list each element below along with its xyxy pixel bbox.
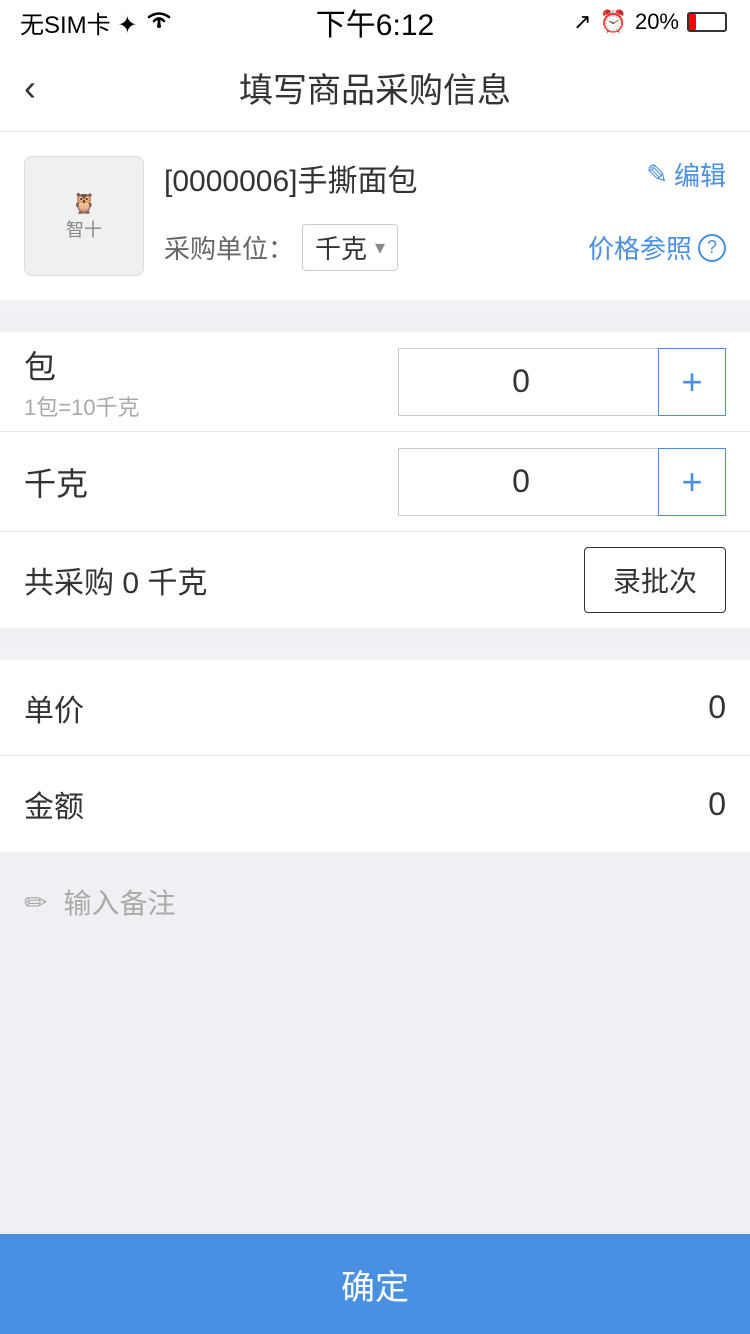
edit-icon: ✎ — [646, 159, 668, 190]
help-icon: ? — [698, 234, 726, 262]
product-card: 🦉 智十 [0000006]手撕面包 ✎ 编辑 采购单位： 千克 ▾ — [0, 132, 750, 300]
amount-value: 0 — [708, 786, 726, 823]
section-divider-2 — [0, 628, 750, 644]
unit-price-row: 单价 0 — [0, 660, 750, 756]
battery-percent: 20% — [635, 9, 679, 35]
battery-icon — [687, 12, 727, 32]
kg-input-row: 千克 + — [0, 432, 750, 532]
alarm-icon: ⏰ — [600, 9, 627, 35]
confirm-label: 确定 — [341, 1260, 409, 1309]
product-logo: 🦉 智十 — [66, 191, 102, 242]
remark-placeholder: 输入备注 — [63, 882, 175, 922]
wifi-icon — [145, 8, 173, 36]
status-bar: 无SIM卡 ✦ 下午6:12 ↗ ⏰ 20% — [0, 0, 750, 44]
amount-label: 金额 — [24, 782, 84, 826]
back-button[interactable]: ‹ — [24, 67, 36, 109]
status-left: 无SIM卡 ✦ — [20, 5, 173, 40]
kg-input-control: + — [144, 448, 726, 516]
chevron-down-icon: ▾ — [375, 235, 385, 260]
product-info: [0000006]手撕面包 ✎ 编辑 采购单位： 千克 ▾ 价格参照 ? — [164, 156, 726, 271]
price-ref-button[interactable]: 价格参照 ? — [588, 229, 726, 266]
kg-label: 千克 — [24, 459, 144, 505]
amount-row: 金额 0 — [0, 756, 750, 852]
summary-text: 共采购 0 千克 — [24, 558, 207, 602]
unit-price-label: 单价 — [24, 686, 84, 730]
bag-input[interactable] — [398, 348, 658, 416]
bag-label: 包 — [24, 342, 144, 388]
unit-select[interactable]: 千克 ▾ — [302, 224, 398, 271]
bottom-fill — [0, 952, 750, 1234]
bag-sublabel: 1包=10千克 — [24, 390, 144, 422]
bag-input-row: 包 1包=10千克 + — [0, 332, 750, 432]
kg-label-group: 千克 — [24, 459, 144, 505]
bag-input-control: + — [144, 348, 726, 416]
batch-button[interactable]: 录批次 — [584, 547, 726, 613]
sim-status: 无SIM卡 ✦ — [20, 5, 137, 40]
remark-section[interactable]: ✏ 输入备注 — [0, 852, 750, 952]
input-section: 包 1包=10千克 + 千克 + — [0, 332, 750, 532]
product-name: [0000006]手撕面包 — [164, 156, 417, 200]
status-time: 下午6:12 — [316, 0, 434, 44]
edit-label: 编辑 — [674, 156, 726, 193]
page-title: 填写商品采购信息 — [239, 63, 511, 112]
product-unit-row: 采购单位： 千克 ▾ 价格参照 ? — [164, 224, 726, 271]
product-header: [0000006]手撕面包 ✎ 编辑 — [164, 156, 726, 200]
status-right: ↗ ⏰ 20% — [573, 9, 730, 35]
summary-row: 共采购 0 千克 录批次 — [0, 532, 750, 628]
confirm-button[interactable]: 确定 — [0, 1234, 750, 1334]
unit-value: 千克 — [315, 229, 367, 266]
product-image: 🦉 智十 — [24, 156, 144, 276]
kg-plus-button[interactable]: + — [658, 448, 726, 516]
bag-label-group: 包 1包=10千克 — [24, 342, 144, 422]
kg-input[interactable] — [398, 448, 658, 516]
nav-bar: ‹ 填写商品采购信息 — [0, 44, 750, 132]
price-section: 单价 0 金额 0 — [0, 660, 750, 852]
section-divider-1 — [0, 316, 750, 332]
edit-button[interactable]: ✎ 编辑 — [646, 156, 726, 193]
unit-price-value: 0 — [708, 689, 726, 726]
price-ref-label: 价格参照 — [588, 229, 692, 266]
pencil-icon: ✏ — [24, 886, 47, 919]
location-icon: ↗ — [573, 9, 591, 35]
unit-label: 采购单位： — [164, 229, 294, 266]
bag-plus-button[interactable]: + — [658, 348, 726, 416]
